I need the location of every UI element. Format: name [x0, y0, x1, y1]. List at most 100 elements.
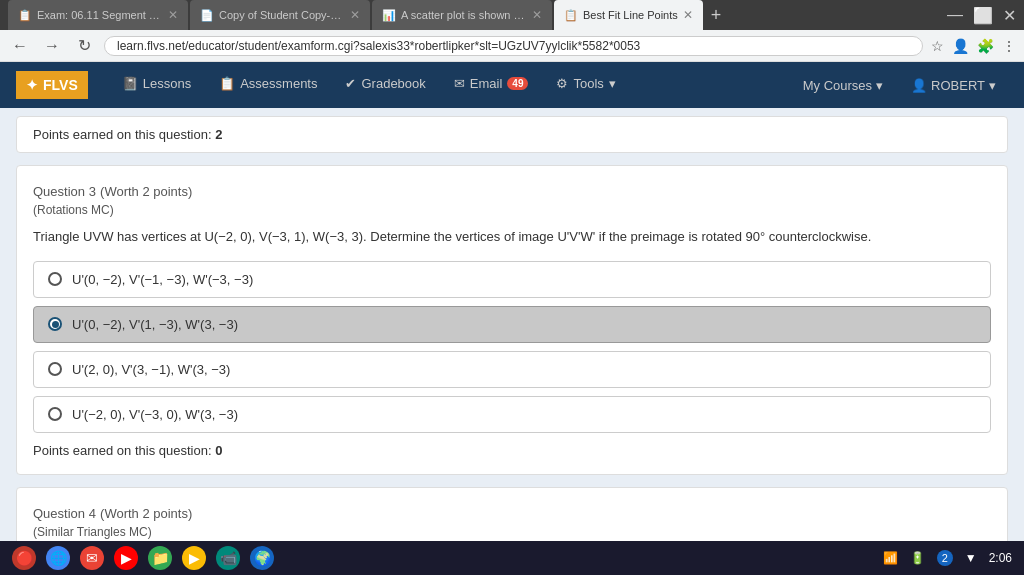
radio-b — [48, 317, 62, 331]
taskbar-right: 📶 🔋 2 ▼ 2:06 — [883, 550, 1012, 566]
account-icon[interactable]: 👤 — [952, 38, 969, 54]
flvs-logo-text: FLVS — [43, 77, 78, 93]
taskbar-notification-badge: 2 — [937, 550, 953, 566]
taskbar-battery-icon: 🔋 — [910, 551, 925, 565]
radio-c — [48, 362, 62, 376]
lessons-icon: 📓 — [122, 76, 138, 91]
tab-label-exam: Exam: 06.11 Segment Two Exa... — [37, 9, 163, 21]
answer-option-c[interactable]: U'(2, 0), V'(3, −1), W'(3, −3) — [33, 351, 991, 388]
question-3-number: Question 3 — [33, 184, 96, 199]
my-courses-chevron: ▾ — [876, 78, 883, 93]
taskbar-mail-icon[interactable]: ✉ — [80, 546, 104, 570]
q3-points-label: Points earned on this question: — [33, 443, 212, 458]
radio-d — [48, 407, 62, 421]
flvs-logo[interactable]: ✦ FLVS — [16, 71, 88, 99]
question-3-worth: (Worth 2 points) — [100, 184, 192, 199]
tools-label: Tools — [573, 76, 603, 91]
answer-option-d[interactable]: U'(−2, 0), V'(−3, 0), W'(3, −3) — [33, 396, 991, 433]
taskbar-time: 2:06 — [989, 551, 1012, 565]
reload-button[interactable]: ↻ — [72, 36, 96, 55]
browser-chrome: 📋 Exam: 06.11 Segment Two Exa... ✕ 📄 Cop… — [0, 0, 1024, 30]
tab-close-bestfit[interactable]: ✕ — [683, 8, 693, 22]
nav-assessments[interactable]: 📋 Assessments — [205, 62, 331, 108]
email-icon: ✉ — [454, 76, 465, 91]
tab-label-copy: Copy of Student Copy-Math Tes... — [219, 9, 345, 21]
tab-icon-copy: 📄 — [200, 9, 214, 22]
forward-button[interactable]: → — [40, 37, 64, 55]
nav-lessons[interactable]: 📓 Lessons — [108, 62, 205, 108]
question-3-text: Triangle UVW has vertices at U(−2, 0), V… — [33, 227, 991, 247]
q3-points-value: 0 — [215, 443, 222, 458]
new-tab-button[interactable]: + — [705, 0, 728, 30]
user-chevron: ▾ — [989, 78, 996, 93]
address-bar: ← → ↻ learn.flvs.net/educator/student/ex… — [0, 30, 1024, 62]
points-bar-value: 2 — [215, 127, 222, 142]
taskbar: 🔴 🌐 ✉ ▶ 📁 ▶ 📹 🌍 📶 🔋 2 ▼ 2:06 — [0, 541, 1024, 575]
menu-icon[interactable]: ⋮ — [1002, 38, 1016, 54]
taskbar-play-icon[interactable]: ▶ — [182, 546, 206, 570]
user-icon: 👤 — [911, 78, 927, 93]
user-label: ROBERT — [931, 78, 985, 93]
nav-email[interactable]: ✉ Email 49 — [440, 62, 543, 108]
taskbar-files-icon[interactable]: 📁 — [148, 546, 172, 570]
gradebook-label: Gradebook — [361, 76, 425, 91]
question-4-number: Question 4 — [33, 506, 96, 521]
taskbar-chrome-icon[interactable]: 🌐 — [46, 546, 70, 570]
question-3-title: Question 3 (Worth 2 points) — [33, 182, 991, 199]
answer-option-a-text: U'(0, −2), V'(−1, −3), W'(−3, −3) — [72, 272, 253, 287]
answer-option-c-text: U'(2, 0), V'(3, −1), W'(3, −3) — [72, 362, 230, 377]
close-icon[interactable]: ✕ — [1003, 6, 1016, 25]
question-4-title: Question 4 (Worth 2 points) — [33, 504, 991, 521]
nav-gradebook[interactable]: ✔ Gradebook — [331, 62, 439, 108]
my-courses-dropdown[interactable]: My Courses ▾ — [791, 62, 895, 108]
assessments-label: Assessments — [240, 76, 317, 91]
extensions-icon[interactable]: 🧩 — [977, 38, 994, 54]
tab-icon-scatter: 📊 — [382, 9, 396, 22]
tools-icon: ⚙ — [556, 76, 568, 91]
taskbar-left: 🔴 🌐 ✉ ▶ 📁 ▶ 📹 🌍 — [12, 546, 274, 570]
maximize-icon[interactable]: ⬜ — [973, 6, 993, 25]
tab-close-copy[interactable]: ✕ — [350, 8, 360, 22]
lessons-label: Lessons — [143, 76, 191, 91]
tab-exam[interactable]: 📋 Exam: 06.11 Segment Two Exa... ✕ — [8, 0, 188, 30]
main-content: Points earned on this question: 2 Questi… — [0, 108, 1024, 541]
bookmark-icon[interactable]: ☆ — [931, 38, 944, 54]
flvs-logo-icon: ✦ — [26, 77, 38, 93]
taskbar-earth-icon[interactable]: 🌍 — [250, 546, 274, 570]
tab-bar: 📋 Exam: 06.11 Segment Two Exa... ✕ 📄 Cop… — [8, 0, 941, 30]
tools-chevron: ▾ — [609, 76, 616, 91]
nav-items: 📓 Lessons 📋 Assessments ✔ Gradebook ✉ Em… — [108, 62, 791, 108]
question-3-category: (Rotations MC) — [33, 203, 991, 217]
email-badge: 49 — [507, 77, 528, 90]
tab-icon-bestfit: 📋 — [564, 9, 578, 22]
back-button[interactable]: ← — [8, 37, 32, 55]
assessments-icon: 📋 — [219, 76, 235, 91]
question-4-worth: (Worth 2 points) — [100, 506, 192, 521]
tab-scatter[interactable]: 📊 A scatter plot is shown on the c... ✕ — [372, 0, 552, 30]
answer-option-a[interactable]: U'(0, −2), V'(−1, −3), W'(−3, −3) — [33, 261, 991, 298]
question-4-category: (Similar Triangles MC) — [33, 525, 991, 539]
minimize-icon[interactable]: — — [947, 6, 963, 24]
tab-bestfit[interactable]: 📋 Best Fit Line Points ✕ — [554, 0, 703, 30]
answer-option-b[interactable]: U'(0, −2), V'(1, −3), W'(3, −3) — [33, 306, 991, 343]
taskbar-app-icon[interactable]: 🔴 — [12, 546, 36, 570]
tab-close-scatter[interactable]: ✕ — [532, 8, 542, 22]
answer-option-b-text: U'(0, −2), V'(1, −3), W'(3, −3) — [72, 317, 238, 332]
browser-toolbar-icons: ☆ 👤 🧩 ⋮ — [931, 38, 1016, 54]
tab-icon-exam: 📋 — [18, 9, 32, 22]
tab-copy[interactable]: 📄 Copy of Student Copy-Math Tes... ✕ — [190, 0, 370, 30]
gradebook-icon: ✔ — [345, 76, 356, 91]
taskbar-youtube-icon[interactable]: ▶ — [114, 546, 138, 570]
url-input[interactable]: learn.flvs.net/educator/student/examform… — [104, 36, 923, 56]
points-bar-q2: Points earned on this question: 2 — [16, 116, 1008, 153]
nav-tools[interactable]: ⚙ Tools ▾ — [542, 62, 629, 108]
tab-label-bestfit: Best Fit Line Points — [583, 9, 678, 21]
flvs-navbar: ✦ FLVS 📓 Lessons 📋 Assessments ✔ Gradebo… — [0, 62, 1024, 108]
taskbar-meet-icon[interactable]: 📹 — [216, 546, 240, 570]
taskbar-arrow-icon: ▼ — [965, 551, 977, 565]
radio-a — [48, 272, 62, 286]
question-4-card: Question 4 (Worth 2 points) (Similar Tri… — [16, 487, 1008, 542]
user-dropdown[interactable]: 👤 ROBERT ▾ — [899, 62, 1008, 108]
taskbar-wifi-icon: 📶 — [883, 551, 898, 565]
tab-close-exam[interactable]: ✕ — [168, 8, 178, 22]
